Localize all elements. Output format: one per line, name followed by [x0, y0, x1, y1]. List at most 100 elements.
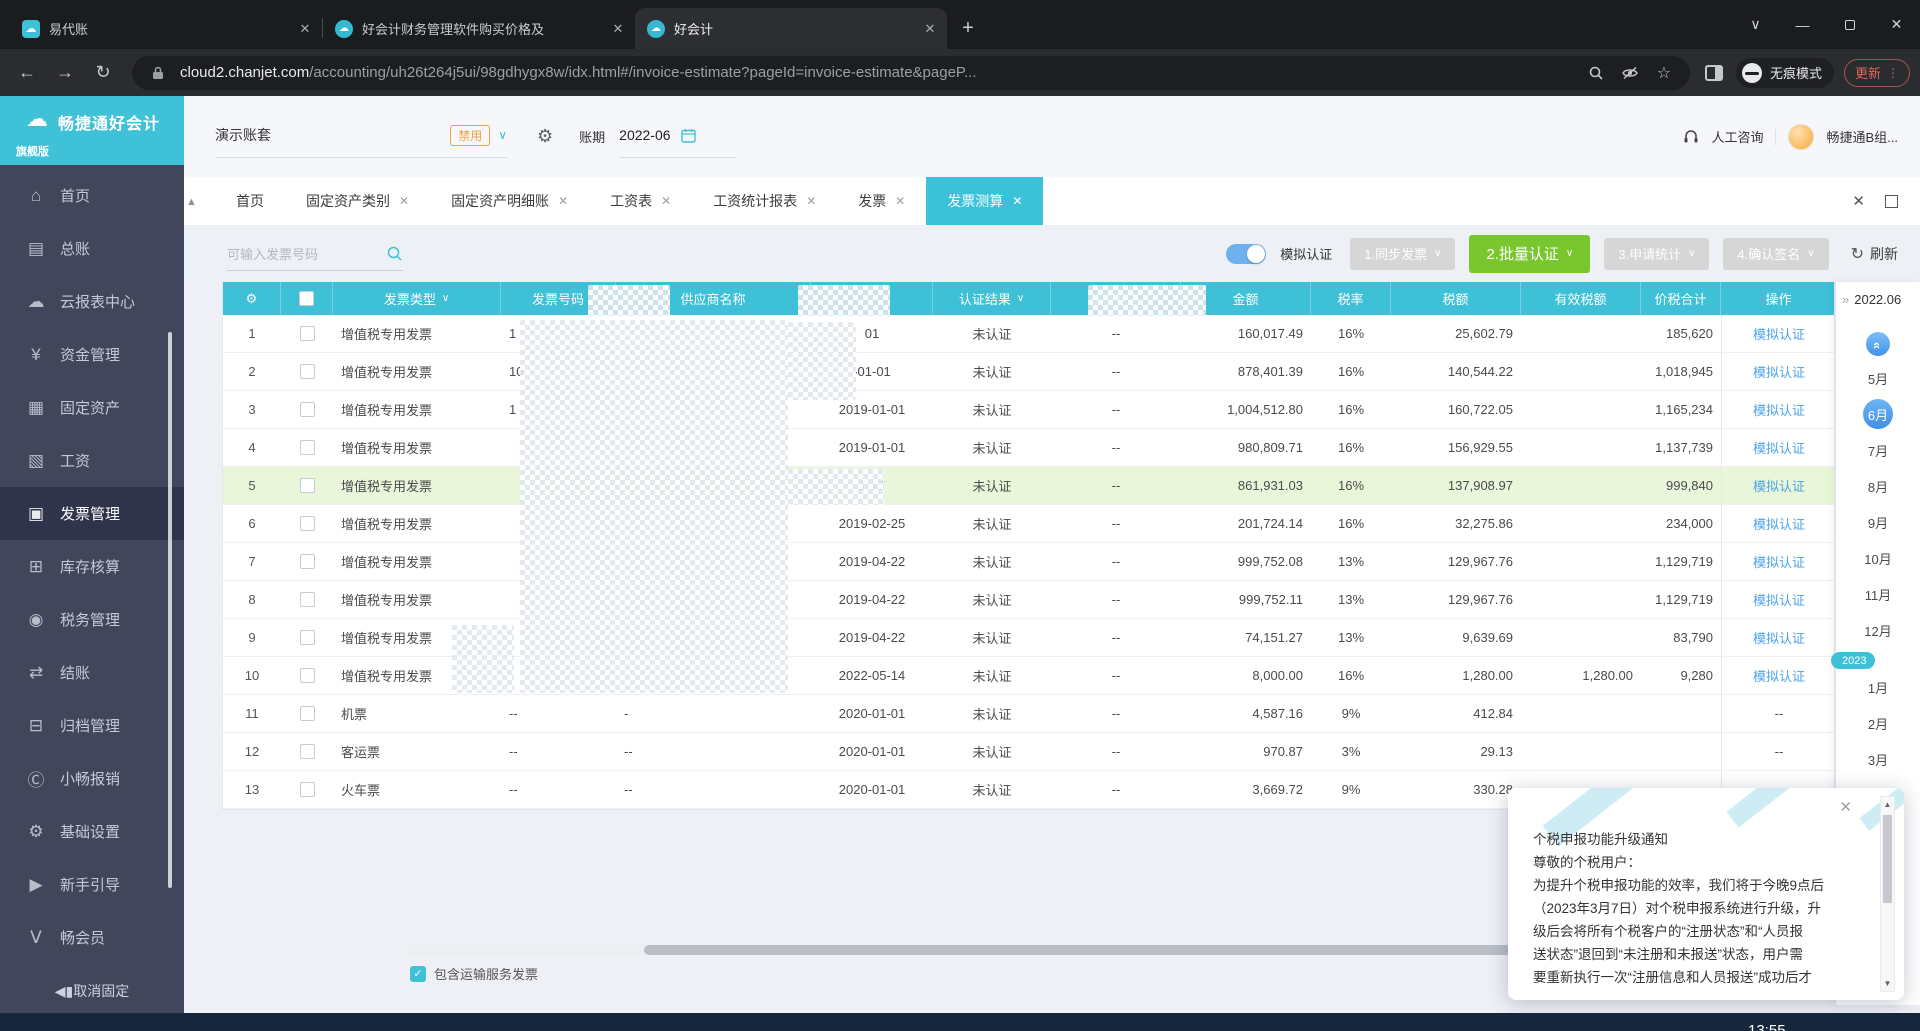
page-tab-close-icon[interactable]: ✕ [558, 194, 568, 208]
page-tab-close-icon[interactable]: ✕ [399, 194, 409, 208]
simulate-certify-link[interactable]: 模拟认证 [1753, 438, 1805, 457]
page-tab-固定资产明细账[interactable]: 固定资产明细账 ✕ [430, 177, 589, 225]
invoice-search-input[interactable]: 可输入发票号码 [227, 237, 403, 271]
simulate-certify-link[interactable]: 模拟认证 [1753, 590, 1805, 609]
tab-close-icon[interactable]: ✕ [921, 21, 939, 37]
month-item-2月[interactable]: 2月 [1836, 705, 1920, 741]
row-checkbox[interactable] [281, 733, 333, 770]
period-select[interactable]: 2022-06 [619, 116, 738, 158]
simulate-certify-link[interactable]: 模拟认证 [1753, 476, 1805, 495]
browser-menu-chevron-icon[interactable]: ∨ [1732, 0, 1779, 49]
update-button[interactable]: 更新 ⋮ [1843, 58, 1910, 87]
month-item-10月[interactable]: 10月 [1836, 540, 1920, 576]
page-tab-固定资产类别[interactable]: 固定资产类别 ✕ [285, 177, 430, 225]
select-all-checkbox[interactable] [281, 282, 333, 315]
month-item-7月[interactable]: 7月 [1836, 432, 1920, 468]
sidebar-item-库存核算[interactable]: ⊞ 库存核算 [0, 540, 184, 593]
checkbox-icon[interactable] [299, 592, 315, 607]
support-link[interactable]: 人工咨询 [1711, 127, 1763, 146]
month-item-9月[interactable]: 9月 [1836, 504, 1920, 540]
sidebar-item-资金管理[interactable]: ¥ 资金管理 [0, 328, 184, 381]
sidebar-item-新手引导[interactable]: ▶ 新手引导 [0, 858, 184, 911]
sidebar-item-首页[interactable]: ⌂ 首页 [0, 169, 184, 222]
row-checkbox[interactable] [281, 581, 333, 618]
settings-gear-icon[interactable]: ⚙ [537, 126, 553, 147]
address-bar[interactable]: cloud2.chanjet.com/accounting/uh26t264j5… [132, 55, 1690, 90]
checkbox-icon[interactable] [299, 291, 314, 306]
sidebar-item-税务管理[interactable]: ◉ 税务管理 [0, 593, 184, 646]
sidebar-item-归档管理[interactable]: ⊟ 归档管理 [0, 699, 184, 752]
sidebar-scrollbar[interactable] [168, 332, 172, 888]
month-item-1月[interactable]: 1月 [1836, 669, 1920, 705]
reload-button[interactable]: ↻ [86, 56, 120, 90]
sidebar-item-基础设置[interactable]: ⚙ 基础设置 [0, 805, 184, 858]
bookmark-star-icon[interactable]: ☆ [1652, 63, 1676, 83]
close-notice-icon[interactable]: ✕ [1839, 798, 1852, 816]
simulate-certify-link[interactable]: 模拟认证 [1753, 628, 1805, 647]
simulate-certify-link[interactable]: 模拟认证 [1753, 362, 1805, 381]
page-tab-close-icon[interactable]: ✕ [661, 194, 671, 208]
checkbox-icon[interactable] [299, 706, 315, 721]
page-tab-工资统计报表[interactable]: 工资统计报表 ✕ [692, 177, 837, 225]
notice-scrollbar-thumb[interactable] [1883, 815, 1892, 903]
sidebar-item-总账[interactable]: ▤ 总账 [0, 222, 184, 275]
checkbox-icon[interactable] [299, 440, 315, 455]
scroll-down-icon[interactable]: ▼ [1881, 979, 1894, 988]
column-settings-gear-icon[interactable]: ⚙ [223, 282, 281, 315]
sidebar-item-结账[interactable]: ⇄ 结账 [0, 646, 184, 699]
forward-button[interactable]: → [48, 56, 82, 90]
row-checkbox[interactable] [281, 467, 333, 504]
user-name[interactable]: 畅捷通B组... [1826, 127, 1898, 146]
row-checkbox[interactable] [281, 505, 333, 542]
fullscreen-icon[interactable] [1885, 194, 1898, 208]
sidebar-item-畅会员[interactable]: Ⅴ 畅会员 [0, 911, 184, 964]
row-checkbox[interactable] [281, 391, 333, 428]
checked-checkbox-icon[interactable]: ✓ [410, 965, 426, 982]
tab-close-icon[interactable]: ✕ [609, 21, 627, 37]
month-item-12月[interactable]: 12月 [1836, 612, 1920, 648]
simulate-certify-link[interactable]: 模拟认证 [1753, 552, 1805, 571]
row-checkbox[interactable] [281, 657, 333, 694]
row-checkbox[interactable] [281, 543, 333, 580]
month-item-3月[interactable]: 3月 [1836, 741, 1920, 777]
tab-close-icon[interactable]: ✕ [296, 21, 314, 37]
step-button-2.批量认证[interactable]: 2.批量认证 ∨ [1469, 234, 1591, 273]
sidebar-item-小畅报销[interactable]: Ⓒ 小畅报销 [0, 752, 184, 805]
refresh-button[interactable]: ↻ 刷新 [1851, 244, 1898, 264]
collapse-panel-icon[interactable]: » [1842, 292, 1849, 307]
scroll-up-icon[interactable]: ▲ [1881, 800, 1894, 809]
sidebar-item-发票管理[interactable]: ▣ 发票管理 [0, 487, 184, 540]
scroll-months-up-button[interactable]: « [1866, 332, 1890, 356]
row-checkbox[interactable] [281, 695, 333, 732]
col-header-发票类型[interactable]: 发票类型 ∨ [333, 282, 501, 315]
new-tab-button[interactable]: + [953, 13, 983, 43]
sidebar-item-云报表中心[interactable]: ☁ 云报表中心 [0, 275, 184, 328]
simulate-toggle[interactable] [1226, 243, 1267, 264]
checkbox-icon[interactable] [299, 402, 315, 417]
back-button[interactable]: ← [10, 56, 44, 90]
checkbox-icon[interactable] [299, 744, 315, 759]
close-all-tabs-icon[interactable]: ✕ [1852, 192, 1865, 210]
checkbox-icon[interactable] [299, 630, 315, 645]
month-item-6月[interactable]: 6月 [1836, 396, 1920, 432]
browser-tab[interactable]: ☁ 易代账 ✕ [10, 8, 322, 49]
step-button-1.同步发票[interactable]: 1.同步发票 ∨ [1350, 237, 1456, 270]
col-header-认证结果[interactable]: 认证结果 ∨ [933, 282, 1051, 315]
account-select[interactable]: 演示账套 禁用 ∨ [215, 116, 507, 158]
checkbox-icon[interactable] [299, 364, 315, 379]
sort-chevron-icon[interactable]: ∨ [442, 293, 449, 304]
checkbox-icon[interactable] [299, 668, 315, 683]
row-checkbox[interactable] [281, 771, 333, 808]
page-tab-close-icon[interactable]: ✕ [806, 194, 816, 208]
month-item-11月[interactable]: 11月 [1836, 576, 1920, 612]
row-checkbox[interactable] [281, 315, 333, 352]
row-checkbox[interactable] [281, 353, 333, 390]
browser-tab[interactable]: ☁ 好会计 ✕ [635, 8, 947, 49]
user-avatar[interactable] [1788, 123, 1815, 150]
page-tab-发票[interactable]: 发票 ✕ [837, 177, 926, 225]
page-tab-close-icon[interactable]: ✕ [895, 194, 905, 208]
simulate-certify-link[interactable]: 模拟认证 [1753, 324, 1805, 343]
notice-scrollbar[interactable]: ▲ ▼ [1880, 796, 1895, 992]
close-window-button[interactable]: ✕ [1873, 0, 1920, 49]
sort-chevron-icon[interactable]: ∨ [1017, 293, 1024, 304]
